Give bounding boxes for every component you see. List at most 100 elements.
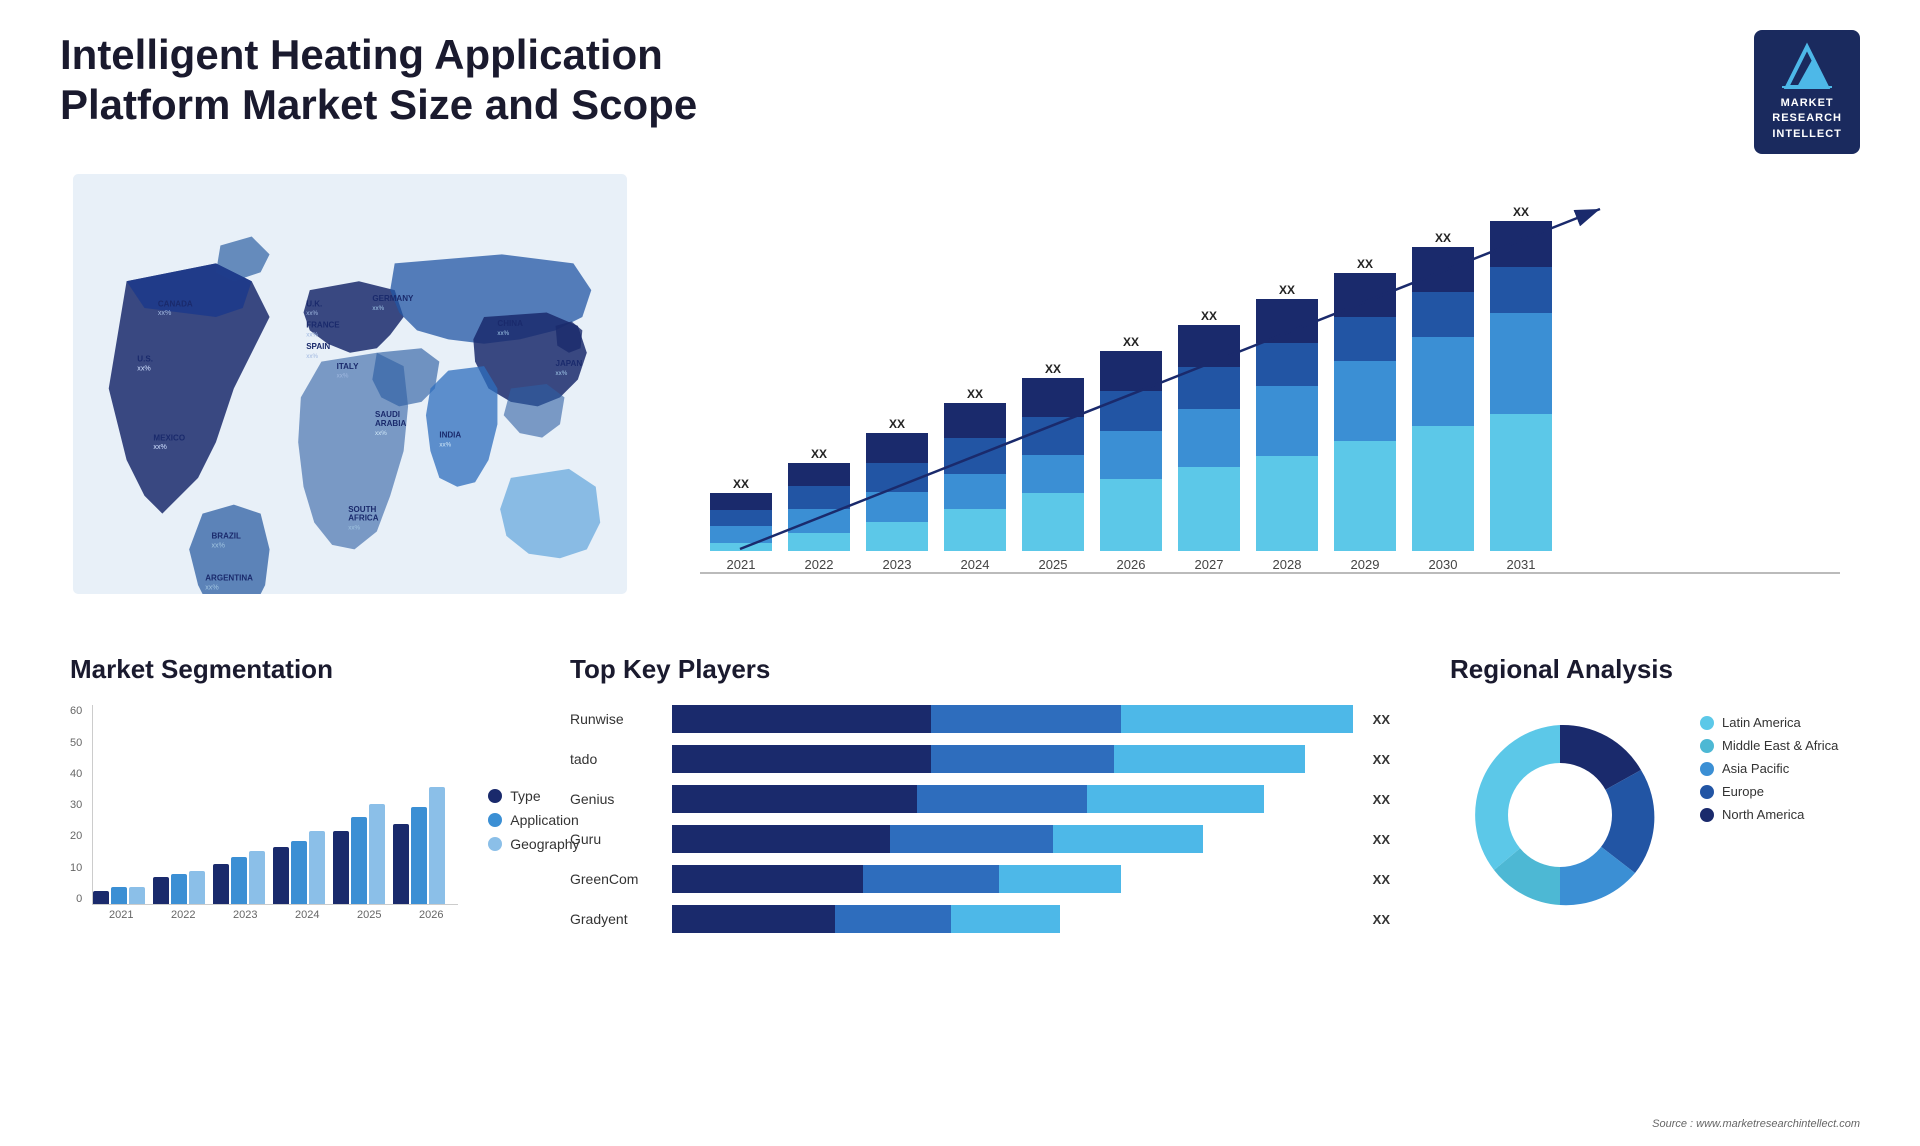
player-guru: Guru XX (570, 825, 1390, 853)
legend-europe: Europe (1700, 784, 1838, 799)
player-runwise: Runwise XX (570, 705, 1390, 733)
main-grid: CANADA xx% U.S. xx% MEXICO xx% BRAZIL xx… (60, 174, 1860, 943)
legend-latin-label: Latin America (1722, 715, 1801, 730)
svg-text:ARABIA: ARABIA (375, 419, 406, 428)
player-bar-greencom-seg3 (999, 865, 1122, 893)
bar-group-2023: XX 2023 (866, 417, 928, 572)
seg-app-2021 (111, 887, 127, 904)
svg-text:ARGENTINA: ARGENTINA (205, 574, 253, 583)
player-gradyent: Gradyent XX (570, 905, 1390, 933)
player-value-gradyent: XX (1373, 912, 1390, 927)
bottom-grid: Market Segmentation 0 10 20 30 40 50 60 (60, 644, 1860, 943)
seg-type-2021 (93, 891, 109, 904)
svg-text:ITALY: ITALY (337, 362, 360, 371)
legend-geo-dot (488, 837, 502, 851)
seg-type-2024 (273, 847, 289, 904)
page-container: Intelligent Heating Application Platform… (0, 0, 1920, 1146)
bar-value-2026: XX (1123, 335, 1139, 349)
players-section: Top Key Players Runwise XX ta (560, 644, 1400, 943)
player-value-tado: XX (1373, 752, 1390, 767)
regional-title: Regional Analysis (1450, 654, 1850, 685)
player-value-genius: XX (1373, 792, 1390, 807)
player-bar-greencom-seg1 (672, 865, 863, 893)
seg-app-2024 (291, 841, 307, 904)
seg-app-2023 (231, 857, 247, 904)
bar-label-2021: 2021 (727, 557, 756, 572)
bar-chart-area: XX 2021 XX (700, 214, 1840, 574)
svg-text:GERMANY: GERMANY (372, 294, 414, 303)
svg-text:xx%: xx% (137, 365, 151, 373)
bar-label-2026: 2026 (1117, 557, 1146, 572)
bar-label-2023: 2023 (883, 557, 912, 572)
seg-group-2024 (273, 831, 325, 904)
seg-geo-2026 (429, 787, 445, 904)
player-name-runwise: Runwise (570, 711, 660, 727)
legend-latin-dot (1700, 716, 1714, 730)
legend-north-america: North America (1700, 807, 1838, 822)
player-value-runwise: XX (1373, 712, 1390, 727)
player-bar-guru-seg1 (672, 825, 890, 853)
svg-text:xx%: xx% (372, 305, 384, 312)
bar-value-2030: XX (1435, 231, 1451, 245)
legend-me-dot (1700, 739, 1714, 753)
player-bar-genius-seg2 (917, 785, 1087, 813)
bar-value-2024: XX (967, 387, 983, 401)
player-value-guru: XX (1373, 832, 1390, 847)
bar-group-2025: XX 2025 (1022, 362, 1084, 572)
player-bar-greencom-seg2 (863, 865, 999, 893)
seg-app-2022 (171, 874, 187, 904)
bar-group-2028: XX 2028 (1256, 283, 1318, 572)
player-bar-genius-seg1 (672, 785, 917, 813)
player-name-guru: Guru (570, 831, 660, 847)
svg-text:SAUDI: SAUDI (375, 410, 400, 419)
svg-text:xx%: xx% (375, 430, 387, 437)
player-name-genius: Genius (570, 791, 660, 807)
player-tado: tado XX (570, 745, 1390, 773)
segmentation-title: Market Segmentation (70, 654, 510, 685)
players-title: Top Key Players (570, 654, 1390, 685)
bar-label-2030: 2030 (1429, 557, 1458, 572)
player-bar-gradyent (672, 905, 1353, 933)
seg-type-2023 (213, 864, 229, 904)
legend-type-dot (488, 789, 502, 803)
player-bar-tado-seg1 (672, 745, 931, 773)
legend-middle-east: Middle East & Africa (1700, 738, 1838, 753)
player-bar-tado (672, 745, 1353, 773)
svg-text:INDIA: INDIA (439, 431, 461, 440)
bar-group-2022: XX 2022 (788, 447, 850, 572)
svg-text:MEXICO: MEXICO (153, 433, 185, 442)
svg-text:JAPAN: JAPAN (556, 359, 583, 368)
regional-bottom: Latin America Middle East & Africa Asia … (1450, 705, 1850, 925)
svg-text:xx%: xx% (306, 353, 318, 360)
header: Intelligent Heating Application Platform… (60, 30, 1860, 154)
world-map-section: CANADA xx% U.S. xx% MEXICO xx% BRAZIL xx… (60, 174, 640, 614)
player-bar-runwise-seg2 (931, 705, 1122, 733)
seg-group-2026 (393, 787, 445, 904)
segmentation-section: Market Segmentation 0 10 20 30 40 50 60 (60, 644, 520, 943)
seg-group-2021 (93, 887, 145, 904)
seg-x-labels: 2021 2022 2023 2024 2025 2026 (92, 909, 458, 921)
svg-text:xx%: xx% (348, 525, 360, 532)
legend-me-label: Middle East & Africa (1722, 738, 1838, 753)
svg-text:xx%: xx% (211, 542, 225, 550)
svg-text:xx%: xx% (205, 584, 219, 592)
bar-label-2029: 2029 (1351, 557, 1380, 572)
legend-eu-label: Europe (1722, 784, 1764, 799)
player-bar-tado-seg3 (1114, 745, 1305, 773)
seg-group-2025 (333, 804, 385, 904)
player-genius: Genius XX (570, 785, 1390, 813)
bar-label-2027: 2027 (1195, 557, 1224, 572)
player-value-greencom: XX (1373, 872, 1390, 887)
player-bar-gradyent-seg2 (835, 905, 951, 933)
seg-group-2022 (153, 871, 205, 904)
seg-geo-2021 (129, 887, 145, 904)
bar-label-2025: 2025 (1039, 557, 1068, 572)
player-bar-guru-seg3 (1053, 825, 1203, 853)
donut-chart (1450, 705, 1670, 925)
player-bar-guru-seg2 (890, 825, 1053, 853)
seg-group-2023 (213, 851, 265, 904)
legend-latin-america: Latin America (1700, 715, 1838, 730)
bar-value-2021: XX (733, 477, 749, 491)
bar-chart-section: XX 2021 XX (680, 174, 1860, 614)
player-bar-runwise (672, 705, 1353, 733)
